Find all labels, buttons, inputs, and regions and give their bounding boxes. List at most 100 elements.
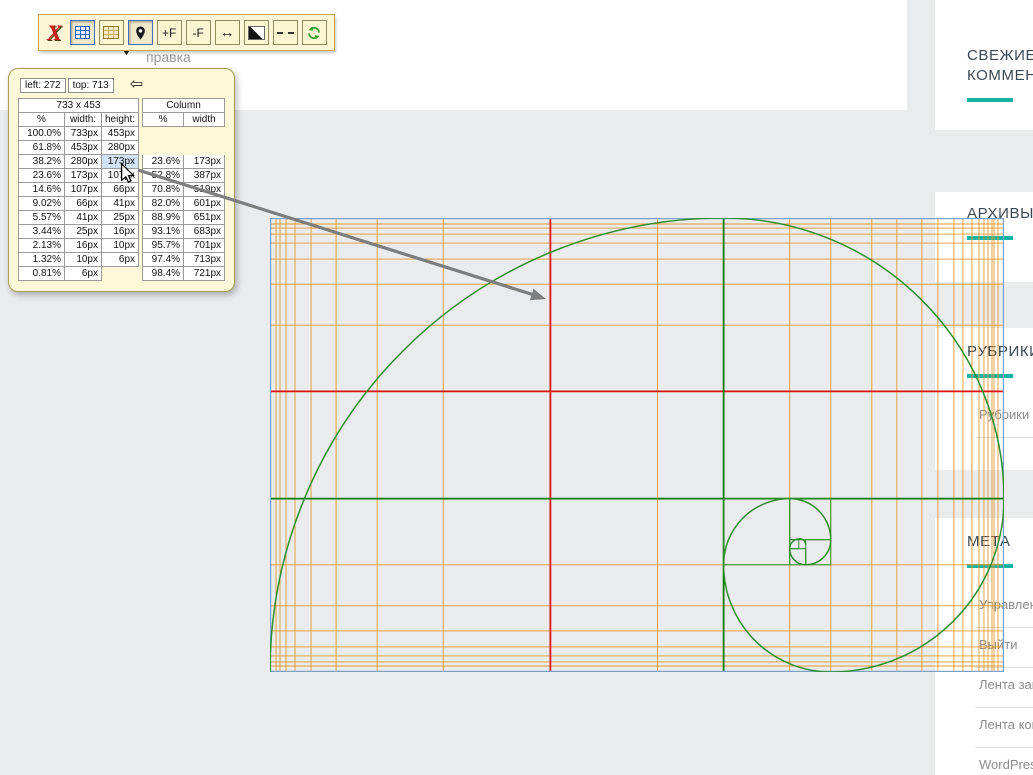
col-pct-cell[interactable]: 70.8% [142,182,185,197]
width-cell[interactable]: 41px [64,210,102,225]
refresh-icon [308,26,321,39]
pct-cell[interactable]: 23.6% [18,168,65,183]
pct-cell[interactable]: 61.8% [18,140,65,155]
sidebar-link[interactable]: WordPress.org [975,748,1033,775]
col-width-cell[interactable]: 701px [183,238,226,253]
refresh-button[interactable] [301,20,327,45]
height-cell[interactable]: 453px [100,126,140,141]
ratio-table-body: 100.0% 733px 453px 61.8% 453px 280px 38.… [18,126,226,281]
col-width-cell[interactable]: 683px [183,224,226,239]
pct-cell[interactable]: 14.6% [18,182,65,197]
width-cell[interactable]: 66px [64,196,102,211]
width-cell[interactable]: 25px [64,224,102,239]
ratio-table-row: 100.0% 733px 453px [18,126,225,141]
ratio-table-row: 0.81% 6px 98.4% 721px [18,266,226,281]
height-cell[interactable]: 25px [100,210,140,225]
width-cell[interactable]: 280px [64,154,102,169]
col-pct-cell[interactable]: 98.4% [142,266,185,281]
width-cell[interactable]: 6px [64,266,102,281]
pct-cell[interactable]: 5.57% [18,210,65,225]
pct-cell[interactable]: 38.2% [18,154,65,169]
col-pct-cell[interactable]: 23.6% [142,154,185,169]
height-cell[interactable]: 173px [100,154,140,169]
pct-cell[interactable]: 0.81% [18,266,65,281]
col-pct-cell[interactable]: 97.4% [142,252,185,267]
height-cell[interactable]: 41px [100,196,140,211]
col-width-cell[interactable]: 387px [183,168,226,183]
width-cell[interactable]: 16px [64,238,102,253]
col-pct-cell[interactable]: 82.0% [142,196,185,211]
width-cell[interactable]: 107px [64,182,102,197]
col-width-cell[interactable]: 601px [183,196,226,211]
map-pin-icon [135,26,145,39]
widget-categories: РУБРИКИ Рубрики [935,328,1033,470]
left-coordinate-field[interactable]: left: 272 [20,77,66,93]
decrease-f-label: -F [192,25,204,40]
col-width-cell[interactable]: 713px [183,252,226,267]
pct-cell[interactable]: 3.44% [18,224,65,239]
col-pct-cell[interactable] [143,127,184,141]
ratio-table-row: 1.32% 10px 6px 97.4% 713px [18,252,226,267]
contrast-button[interactable] [243,20,269,45]
height-cell[interactable]: 280px [100,140,140,155]
height-cell[interactable]: 16px [100,224,140,239]
sidebar-link[interactable]: Рубрики [975,398,1033,438]
sidebar-link[interactable]: Лента комментариев [975,708,1033,748]
title-accent-bar [967,236,1013,240]
ratio-table-row: 23.6% 173px 107px 52.8% 387px [18,168,226,183]
width-cell[interactable]: 453px [64,140,102,155]
col-pct-cell[interactable]: 88.9% [142,210,185,225]
height-cell[interactable]: 10px [100,238,140,253]
grid-toggle-button[interactable] [69,20,95,45]
height-col-header: height: [100,112,140,127]
sidebar-link[interactable]: Лента записей [975,668,1033,708]
left-arrow-icon[interactable]: ⇦ [130,77,143,93]
pct-cell[interactable]: 9.02% [18,196,65,211]
overlay-toolbar: X +F -F ↔ [38,14,335,51]
col-pct-cell[interactable]: 93.1% [142,224,185,239]
increase-f-label: +F [162,25,177,40]
horizontal-flip-button[interactable]: ↔ [214,20,240,45]
pct-cell[interactable]: 2.13% [18,238,65,253]
widget-archives: АРХИВЫ [935,192,1033,282]
col-pct-cell[interactable]: 95.7% [142,238,185,253]
sidebar-link[interactable]: Выйти [975,628,1033,668]
height-cell[interactable]: 6px [100,252,140,267]
ratio-table-row: 2.13% 16px 10px 95.7% 701px [18,238,226,253]
ratio-table-button[interactable] [98,20,124,45]
page-edit-link[interactable]: правка [146,49,191,65]
width-cell[interactable]: 173px [64,168,102,183]
col-pct-cell[interactable]: 52.8% [142,168,185,183]
close-x-button[interactable]: X [46,21,66,44]
col-width-cell[interactable]: 651px [183,210,226,225]
pct-cell[interactable]: 100.0% [18,126,65,141]
sidebar-link[interactable]: Управление [975,588,1033,628]
width-cell[interactable]: 733px [64,126,102,141]
col-width-cell[interactable] [184,127,225,141]
pct-col-header: % [18,112,65,127]
col-width-cell[interactable]: 519px [183,182,226,197]
width-cell[interactable]: 10px [64,252,102,267]
ratio-table-row: 9.02% 66px 41px 82.0% 601px [18,196,226,211]
pin-button[interactable] [127,20,153,45]
col-width-cell[interactable]: 173px [183,154,226,169]
col-width-cell[interactable]: 721px [183,266,226,281]
measurement-panel: left: 272 top: 713 ⇦ 733 x 453 Column % … [8,68,236,292]
ratio-table-row: 5.57% 41px 25px 88.9% 651px [18,210,226,225]
horizontal-arrow-icon: ↔ [219,24,235,41]
decrease-f-button[interactable]: -F [185,20,211,45]
widget-meta: МЕТА Управление Выйти Лента записей Лент… [935,518,1033,775]
column-header: Column [142,98,226,113]
top-coordinate-field[interactable]: top: 713 [67,77,114,93]
dashed-line-button[interactable] [272,20,298,45]
increase-f-button[interactable]: +F [156,20,182,45]
pct-cell[interactable]: 1.32% [18,252,65,267]
height-cell[interactable]: 107px [100,168,140,183]
ratio-table-row: 38.2% 280px 173px 23.6% 173px [18,154,226,169]
ratio-table: 733 x 453 Column % width: height: % widt… [17,98,226,281]
col-width-cell[interactable] [184,141,225,155]
height-cell[interactable] [102,267,139,281]
col-pct-cell[interactable] [143,141,184,155]
height-cell[interactable]: 66px [100,182,140,197]
ratio-table-row: 61.8% 453px 280px [18,140,225,155]
